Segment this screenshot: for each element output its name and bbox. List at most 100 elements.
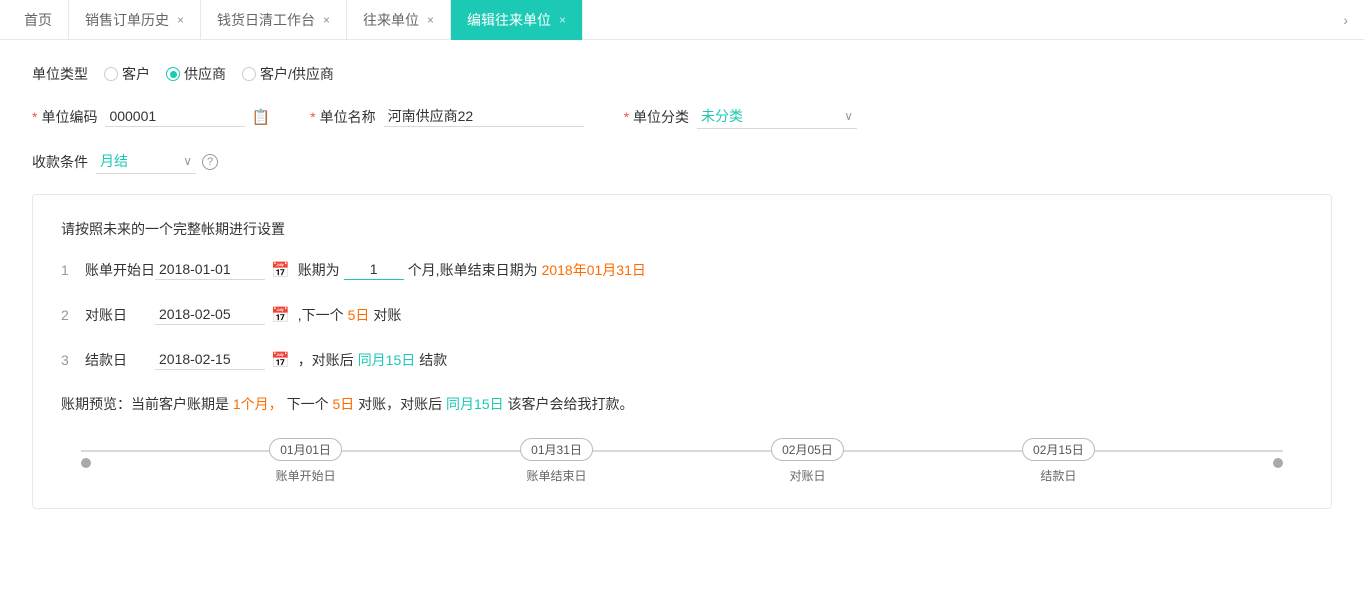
section-title: 请按照未来的一个完整帐期进行设置 bbox=[61, 219, 1303, 239]
unit-class-value: 未分类 bbox=[701, 106, 838, 126]
unit-class-label: 单位分类 bbox=[633, 107, 689, 127]
payment-condition-dropdown[interactable]: 月结 ∨ bbox=[96, 149, 196, 174]
tab-cash-work[interactable]: 钱货日清工作台 × bbox=[201, 0, 347, 40]
payment-date-input[interactable] bbox=[155, 349, 265, 370]
unit-type-row: 单位类型 客户 供应商 客户/供应商 bbox=[32, 64, 1332, 84]
unit-name-input[interactable] bbox=[384, 106, 584, 127]
unit-class-required: * bbox=[624, 109, 629, 125]
payment-condition-row: 收款条件 月结 ∨ ? bbox=[32, 149, 1332, 174]
timeline-nodes: 01月01日 账单开始日 01月31日 账单结束日 02月05日 对账日 02月… bbox=[81, 438, 1283, 484]
timeline: 01月01日 账单开始日 01月31日 账单结束日 02月05日 对账日 02月… bbox=[61, 438, 1303, 484]
tab-close-cash-work[interactable]: × bbox=[323, 13, 330, 27]
tab-close-partners[interactable]: × bbox=[427, 13, 434, 27]
unit-info-row: * 单位编码 📋 * 单位名称 * 单位分类 未分类 ∨ bbox=[32, 104, 1332, 129]
preview-suffix: 该客户会给我打款。 bbox=[508, 396, 634, 412]
node-label-1: 账单开始日 bbox=[276, 467, 336, 484]
preview-text: 账期预览：当前客户账期是 1个月， 下一个 5日 对账，对账后 同月15日 该客… bbox=[61, 394, 1303, 414]
row-desc-1: 账期为 个月,账单结束日期为 2018年01月31日 bbox=[298, 259, 646, 280]
unit-code-input[interactable] bbox=[105, 106, 245, 127]
unit-name-required: * bbox=[310, 109, 315, 125]
unit-code-label: 单位编码 bbox=[41, 107, 97, 127]
unit-code-icon[interactable]: 📋 bbox=[251, 108, 270, 126]
tabs-next-arrow[interactable]: › bbox=[1335, 12, 1356, 28]
setting-row-2: 2 对账日 📅 ,下一个 5日 对账 bbox=[61, 304, 1303, 325]
radio-label-both: 客户/供应商 bbox=[260, 64, 334, 84]
unit-code-group: * 单位编码 📋 bbox=[32, 106, 270, 127]
payment-suffix: 结款 bbox=[419, 350, 447, 370]
timeline-node-1: 01月01日 账单开始日 bbox=[269, 438, 342, 484]
node-label-3: 对账日 bbox=[789, 467, 825, 484]
row-desc-3: ，对账后 同月15日 结款 bbox=[298, 350, 448, 370]
unit-name-group: * 单位名称 bbox=[310, 106, 583, 127]
setting-row-1: 1 账单开始日 📅 账期为 个月,账单结束日期为 2018年01月31日 bbox=[61, 259, 1303, 280]
tab-partners[interactable]: 往来单位 × bbox=[347, 0, 451, 40]
unit-class-arrow: ∨ bbox=[844, 109, 853, 123]
radio-circle-both bbox=[242, 67, 256, 81]
preview-payment: 同月15日 bbox=[446, 396, 504, 412]
node-label-4: 结款日 bbox=[1040, 467, 1076, 484]
timeline-node-2: 01月31日 账单结束日 bbox=[520, 438, 593, 484]
timeline-start-dot bbox=[81, 442, 91, 484]
reconcile-date-input[interactable] bbox=[155, 304, 265, 325]
tab-edit-partner[interactable]: 编辑往来单位 × bbox=[451, 0, 583, 40]
radio-label-customer: 客户 bbox=[122, 64, 150, 84]
payment-highlight: 同月15日 bbox=[358, 350, 416, 370]
tab-sales-history[interactable]: 销售订单历史 × bbox=[69, 0, 201, 40]
preview-prefix: 账期预览：当前客户账期是 bbox=[61, 396, 229, 412]
reconcile-highlight: 5日 bbox=[348, 305, 370, 325]
tab-close-edit-partner[interactable]: × bbox=[559, 13, 566, 27]
period-input[interactable] bbox=[344, 259, 404, 280]
preview-mid: 下一个 bbox=[287, 396, 329, 412]
tabs-bar: 首页 销售订单历史 × 钱货日清工作台 × 往来单位 × 编辑往来单位 × › bbox=[0, 0, 1364, 40]
node-label-2: 账单结束日 bbox=[527, 467, 587, 484]
row-type-3: 结款日 bbox=[85, 350, 155, 370]
radio-customer[interactable]: 客户 bbox=[104, 64, 150, 84]
row-desc-2: ,下一个 5日 对账 bbox=[298, 305, 402, 325]
radio-both[interactable]: 客户/供应商 bbox=[242, 64, 334, 84]
unit-class-dropdown[interactable]: 未分类 ∨ bbox=[697, 104, 857, 129]
period-suffix: 个月,账单结束日期为 bbox=[408, 260, 538, 280]
preview-reconcile: 5日 bbox=[332, 396, 354, 412]
unit-class-group: * 单位分类 未分类 ∨ bbox=[624, 104, 857, 129]
start-date-calendar-icon[interactable]: 📅 bbox=[271, 261, 290, 279]
tab-close-sales-history[interactable]: × bbox=[177, 13, 184, 27]
unit-code-required: * bbox=[32, 109, 37, 125]
payment-condition-label: 收款条件 bbox=[32, 152, 88, 172]
unit-type-radio-group: 客户 供应商 客户/供应商 bbox=[104, 64, 334, 84]
timeline-end-dot bbox=[1273, 442, 1283, 484]
unit-type-label: 单位类型 bbox=[32, 64, 88, 84]
period-section: 请按照未来的一个完整帐期进行设置 1 账单开始日 📅 账期为 个月,账单结束日期… bbox=[32, 194, 1332, 509]
row-num-3: 3 bbox=[61, 352, 85, 368]
radio-circle-customer bbox=[104, 67, 118, 81]
timeline-node-4: 02月15日 结款日 bbox=[1022, 438, 1095, 484]
radio-circle-supplier bbox=[166, 67, 180, 81]
node-badge-2: 01月31日 bbox=[520, 438, 593, 461]
start-date-input[interactable] bbox=[155, 259, 265, 280]
reconcile-date-calendar-icon[interactable]: 📅 bbox=[271, 306, 290, 324]
tab-home[interactable]: 首页 bbox=[8, 0, 69, 40]
radio-label-supplier: 供应商 bbox=[184, 64, 226, 84]
radio-supplier[interactable]: 供应商 bbox=[166, 64, 226, 84]
period-end-date: 2018年01月31日 bbox=[542, 260, 646, 280]
timeline-start-circle bbox=[81, 458, 91, 468]
reconcile-suffix: 对账 bbox=[373, 305, 401, 325]
node-badge-4: 02月15日 bbox=[1022, 438, 1095, 461]
page-content: 单位类型 客户 供应商 客户/供应商 * 单位编码 📋 * bbox=[0, 40, 1364, 608]
row-num-2: 2 bbox=[61, 307, 85, 323]
node-badge-3: 02月05日 bbox=[771, 438, 844, 461]
period-for-label: 账期为 bbox=[298, 260, 340, 280]
timeline-end-circle bbox=[1273, 458, 1283, 468]
payment-condition-arrow: ∨ bbox=[183, 154, 192, 168]
setting-row-3: 3 结款日 📅 ，对账后 同月15日 结款 bbox=[61, 349, 1303, 370]
reconcile-prefix: ,下一个 bbox=[298, 305, 344, 325]
preview-period: 1个月， bbox=[233, 396, 283, 412]
node-badge-1: 01月01日 bbox=[269, 438, 342, 461]
row-type-2: 对账日 bbox=[85, 305, 155, 325]
preview-mid2: 对账，对账后 bbox=[358, 396, 442, 412]
payment-condition-value: 月结 bbox=[100, 151, 177, 171]
help-icon[interactable]: ? bbox=[202, 154, 218, 170]
payment-date-calendar-icon[interactable]: 📅 bbox=[271, 351, 290, 369]
row-num-1: 1 bbox=[61, 262, 85, 278]
payment-prefix: ，对账后 bbox=[298, 350, 354, 370]
row-type-1: 账单开始日 bbox=[85, 260, 155, 280]
